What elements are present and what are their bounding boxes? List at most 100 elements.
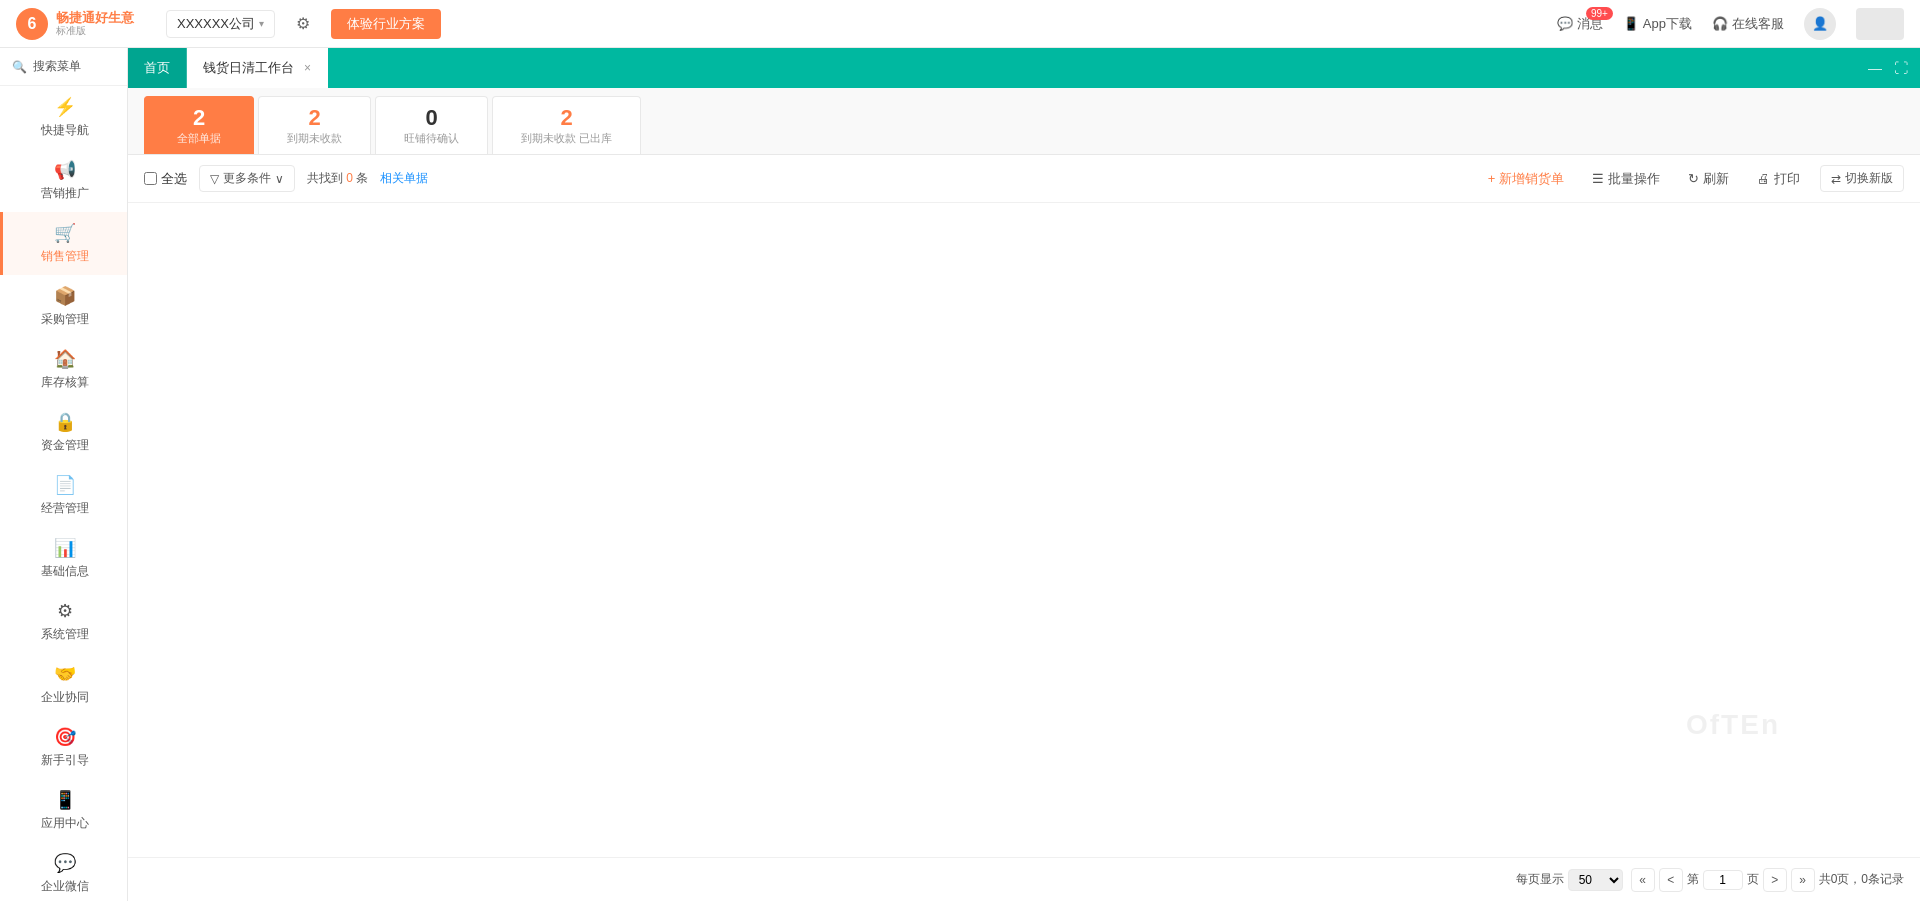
new-sale-order-button[interactable]: + 新增销货单 (1480, 166, 1572, 192)
page-input[interactable] (1703, 870, 1743, 890)
tab-bar-right: — ⛶ (1856, 48, 1920, 88)
active-tab-label: 钱货日清工作台 (203, 59, 294, 77)
top-header: 6 畅捷通好生意 标准版 XXXXXX公司 ▾ ⚙ 体验行业方案 💬 消息 99… (0, 0, 1920, 48)
search-icon: 🔍 (12, 60, 27, 74)
company-name: XXXXXX公司 (177, 15, 255, 33)
avatar[interactable]: 👤 (1804, 8, 1836, 40)
trial-button[interactable]: 体验行业方案 (331, 9, 441, 39)
headset-icon: 🎧 (1712, 16, 1728, 31)
batch-label: 批量操作 (1608, 170, 1660, 188)
tab-active[interactable]: 钱货日清工作台 × (187, 48, 328, 88)
system-icon: ⚙ (57, 600, 73, 622)
inventory-icon: 🏠 (54, 348, 76, 370)
sidebar-item-purchase[interactable]: 📦 采购管理 (0, 275, 127, 338)
print-button[interactable]: 🖨 打印 (1749, 166, 1808, 192)
switch-icon: ⇄ (1831, 172, 1841, 186)
sales-icon: 🛒 (54, 222, 76, 244)
pagination: 每页显示 50 100 200 « < 第 页 > » 共0页，0条记录 (128, 857, 1920, 901)
sidebar-item-label: 快捷导航 (41, 122, 89, 139)
app-download-label: App下载 (1643, 15, 1692, 33)
filter-button[interactable]: ▽ 更多条件 ∨ (199, 165, 295, 192)
sidebar-item-finance[interactable]: 🔒 资金管理 (0, 401, 127, 464)
stat-tab-all[interactable]: 2 全部单据 (144, 96, 254, 154)
filter-chevron-icon: ∨ (275, 172, 284, 186)
company-selector[interactable]: XXXXXX公司 ▾ (166, 10, 275, 38)
logo-title: 畅捷通好生意 (56, 10, 134, 26)
message-badge: 99+ (1586, 7, 1613, 20)
empty-content (128, 203, 1920, 857)
filter-label: 更多条件 (223, 170, 271, 187)
sidebar-item-label: 应用中心 (41, 815, 89, 832)
first-page-button[interactable]: « (1631, 868, 1655, 892)
last-page-button[interactable]: » (1791, 868, 1815, 892)
sidebar-item-label: 经营管理 (41, 500, 89, 517)
logo-text: 畅捷通好生意 标准版 (56, 10, 134, 38)
print-label: 打印 (1774, 170, 1800, 188)
chevron-down-icon: ▾ (259, 18, 264, 29)
message-button[interactable]: 💬 消息 99+ (1557, 15, 1603, 33)
search-label: 搜索菜单 (33, 58, 81, 75)
tab-home[interactable]: 首页 (128, 48, 187, 88)
switch-new-version-button[interactable]: ⇄ 切换新版 (1820, 165, 1904, 192)
maximize-button[interactable]: ⛶ (1894, 60, 1908, 76)
sidebar-item-inventory[interactable]: 🏠 库存核算 (0, 338, 127, 401)
related-records-link[interactable]: 相关单据 (380, 170, 428, 187)
stat-count-overdue-unpaid: 2 (308, 105, 320, 131)
stat-tab-pending[interactable]: 0 旺铺待确认 (375, 96, 488, 154)
page-suffix: 页 (1747, 871, 1759, 888)
next-page-button[interactable]: > (1763, 868, 1787, 892)
app-center-icon: 📱 (54, 789, 76, 811)
select-all-label: 全选 (161, 170, 187, 188)
marketing-icon: 📢 (54, 159, 76, 181)
refresh-icon: ↻ (1688, 171, 1699, 186)
sidebar-search[interactable]: 🔍 搜索菜单 (0, 48, 127, 86)
page-prefix: 第 (1687, 871, 1699, 888)
stat-label-overdue-unshipped: 到期未收款 已出库 (521, 131, 612, 146)
sidebar-item-sales[interactable]: 🛒 销售管理 (0, 212, 127, 275)
select-all-checkbox[interactable]: 全选 (144, 170, 187, 188)
quick-nav-icon: ⚡ (54, 96, 76, 118)
sidebar-item-weixin[interactable]: 💬 企业微信 (0, 842, 127, 901)
per-page-select[interactable]: 50 100 200 (1568, 869, 1623, 891)
sidebar-item-label: 企业协同 (41, 689, 89, 706)
operation-icon: 📄 (54, 474, 76, 496)
stat-tab-overdue-unpaid[interactable]: 2 到期未收款 (258, 96, 371, 154)
batch-operation-button[interactable]: ☰ 批量操作 (1584, 166, 1668, 192)
sidebar-item-system[interactable]: ⚙ 系统管理 (0, 590, 127, 653)
content-inner: 2 全部单据 2 到期未收款 0 旺铺待确认 2 到期未收款 已出库 全选 (128, 88, 1920, 901)
settings-button[interactable]: ⚙ (287, 8, 319, 40)
sidebar-item-basic-info[interactable]: 📊 基础信息 (0, 527, 127, 590)
sidebar-item-guide[interactable]: 🎯 新手引导 (0, 716, 127, 779)
select-all-input[interactable] (144, 172, 157, 185)
print-icon: 🖨 (1757, 171, 1770, 186)
refresh-button[interactable]: ↻ 刷新 (1680, 166, 1737, 192)
table-area (128, 203, 1920, 857)
logo-area: 6 畅捷通好生意 标准版 (16, 8, 134, 40)
stat-count-all: 2 (193, 105, 205, 131)
stat-tab-overdue-unshipped[interactable]: 2 到期未收款 已出库 (492, 96, 641, 154)
app-download-button[interactable]: 📱 App下载 (1623, 15, 1692, 33)
filter-icon: ▽ (210, 172, 219, 186)
enterprise-icon: 🤝 (54, 663, 76, 685)
header-right: 💬 消息 99+ 📱 App下载 🎧 在线客服 👤 (1557, 8, 1904, 40)
sidebar-item-label: 营销推广 (41, 185, 89, 202)
sidebar-item-enterprise[interactable]: 🤝 企业协同 (0, 653, 127, 716)
stat-label-all: 全部单据 (177, 131, 221, 146)
page-total-label: 共0页，0条记录 (1819, 871, 1904, 888)
sidebar-item-quick-nav[interactable]: ⚡ 快捷导航 (0, 86, 127, 149)
sidebar-item-operation[interactable]: 📄 经营管理 (0, 464, 127, 527)
user-extra[interactable] (1856, 8, 1904, 40)
home-tab-label: 首页 (144, 59, 170, 77)
sidebar-item-app-center[interactable]: 📱 应用中心 (0, 779, 127, 842)
switch-label: 切换新版 (1845, 170, 1893, 187)
prev-page-button[interactable]: < (1659, 868, 1683, 892)
tab-close-icon[interactable]: × (304, 61, 311, 75)
sidebar: 🔍 搜索菜单 ⚡ 快捷导航 📢 营销推广 🛒 销售管理 📦 采购管理 🏠 库存核… (0, 48, 128, 901)
sidebar-item-marketing[interactable]: 📢 营销推广 (0, 149, 127, 212)
found-unit: 条 (356, 171, 368, 185)
minimize-button[interactable]: — (1868, 60, 1882, 76)
online-service-button[interactable]: 🎧 在线客服 (1712, 15, 1784, 33)
sidebar-item-label: 企业微信 (41, 878, 89, 895)
stat-count-pending: 0 (425, 105, 437, 131)
logo-sub: 标准版 (56, 25, 134, 37)
